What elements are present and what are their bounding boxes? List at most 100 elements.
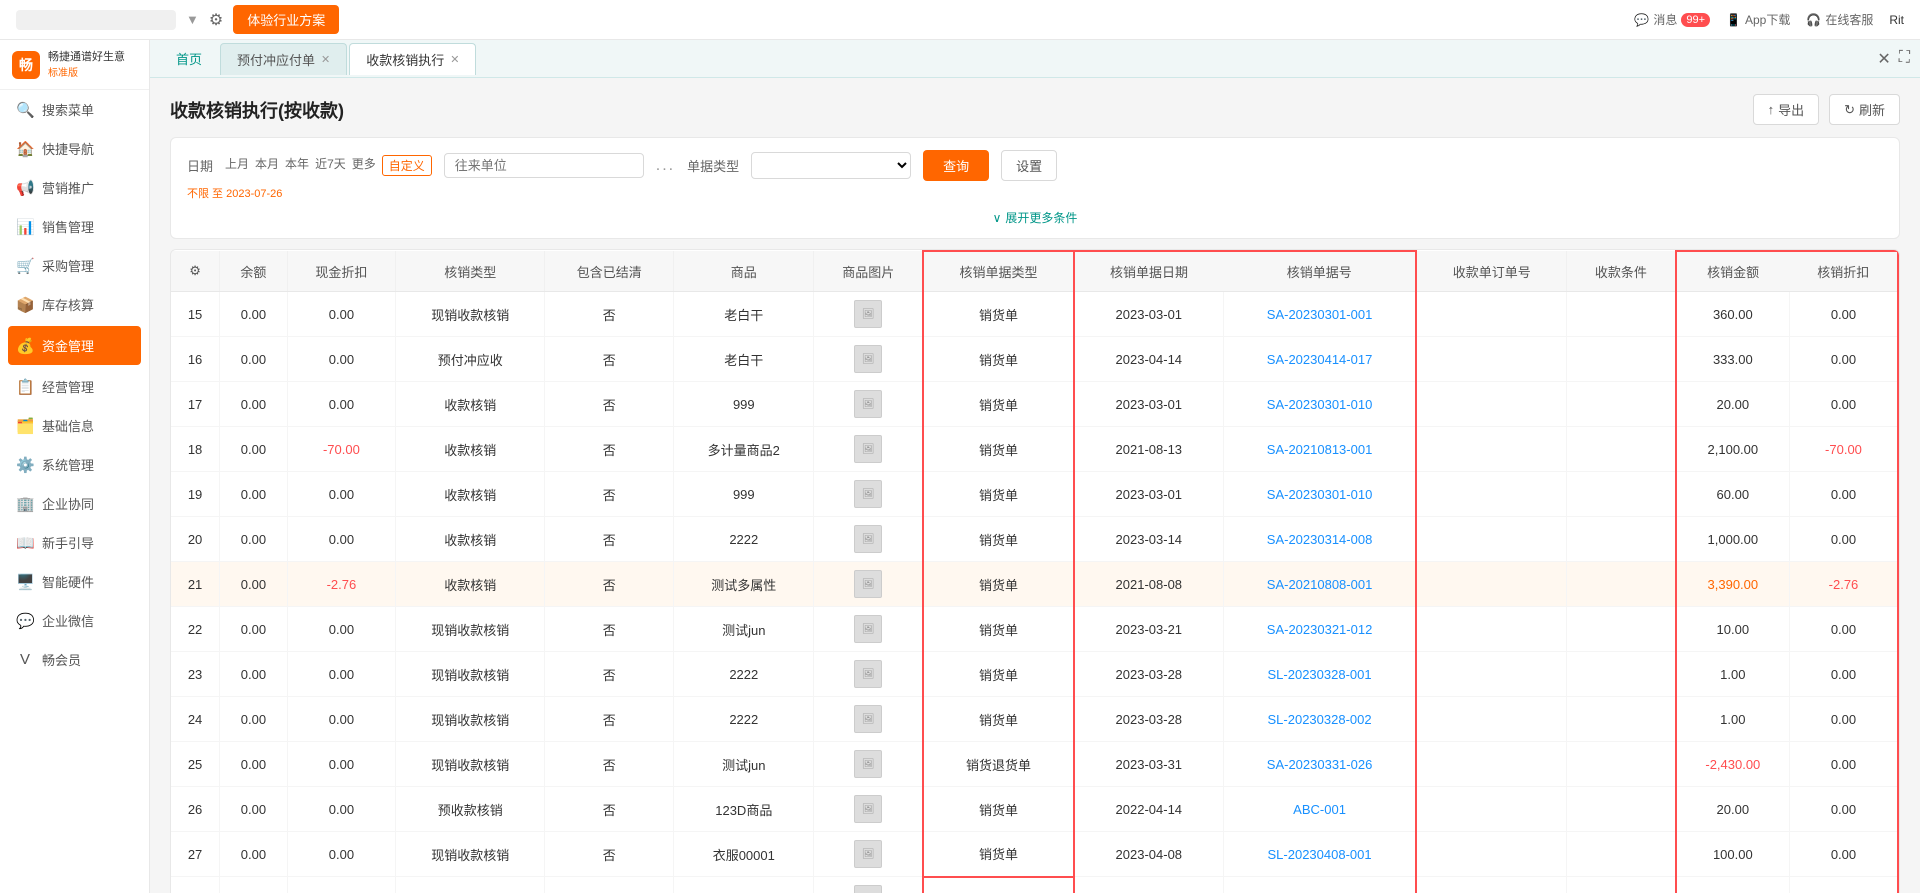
operations-icon: 📋 <box>16 378 34 396</box>
system-icon: ⚙️ <box>16 456 34 474</box>
online-service[interactable]: 🎧 在线客服 <box>1806 11 1873 28</box>
row-bill-type: 销货单 <box>923 697 1074 742</box>
date-this-month[interactable]: 本月 <box>255 155 279 176</box>
row-cash-discount: 0.00 <box>287 517 395 562</box>
export-button[interactable]: ↑ 导出 <box>1753 94 1820 125</box>
row-bill-type: 销货单 <box>923 382 1074 427</box>
row-no: 28 <box>171 877 220 893</box>
row-receipt-order-no <box>1416 832 1566 877</box>
message-icon: 💬 <box>1634 13 1649 27</box>
row-verify-amount: 1,000.00 <box>1676 517 1790 562</box>
row-goods: 2222 <box>674 652 814 697</box>
sidebar-item-purchase[interactable]: 🛒 采购管理 <box>0 246 149 285</box>
sidebar-label-member: 畅会员 <box>42 650 81 669</box>
row-receipt-order-no <box>1416 787 1566 832</box>
row-bill-date: 2021-08-13 <box>1074 427 1223 472</box>
top-bar: ​ ▼ ⚙ 体验行业方案 💬 消息 99+ 📱 App下载 🎧 在线客服 Rit <box>0 0 1920 40</box>
row-bill-type: 销货单 <box>923 562 1074 607</box>
table-scroll[interactable]: ⚙ 余额 现金折扣 核销类型 包含已结清 商品 商品图片 核销单据类型 核销单据… <box>171 250 1899 893</box>
sidebar-item-guide[interactable]: 📖 新手引导 <box>0 523 149 562</box>
settings-icon[interactable]: ⚙ <box>209 10 223 30</box>
row-balance: 0.00 <box>220 832 288 877</box>
sidebar-item-base-info[interactable]: 🗂️ 基础信息 <box>0 406 149 445</box>
message-item[interactable]: 💬 消息 99+ <box>1634 11 1710 28</box>
setting-button[interactable]: 设置 <box>1001 150 1057 181</box>
sidebar-item-inventory[interactable]: 📦 库存核算 <box>0 285 149 324</box>
row-cash-discount: 0.00 <box>287 472 395 517</box>
sidebar-item-search[interactable]: 🔍 搜索菜单 <box>0 90 149 129</box>
app-download[interactable]: 📱 App下载 <box>1726 11 1790 28</box>
partner-input[interactable] <box>444 153 644 178</box>
row-balance: 0.00 <box>220 877 288 893</box>
row-verify-discount: 0.00 <box>1789 337 1898 382</box>
row-bill-no: SA-20230301-010 <box>1223 472 1416 517</box>
sidebar-item-quick-nav[interactable]: 🏠 快捷导航 <box>0 129 149 168</box>
date-last-month[interactable]: 上月 <box>225 155 249 176</box>
row-verify-amount: 1.00 <box>1676 697 1790 742</box>
query-button[interactable]: 查询 <box>923 150 989 181</box>
col-verify-type: 核销类型 <box>396 251 545 292</box>
expand-more-btn[interactable]: ∨ 展开更多条件 <box>993 209 1078 226</box>
row-no: 15 <box>171 292 220 337</box>
search-box[interactable]: ​ <box>16 10 176 30</box>
row-receipt-condition <box>1566 292 1675 337</box>
tab-close-all-icon[interactable]: ✕ <box>1877 49 1890 69</box>
sidebar-item-sales[interactable]: 📊 销售管理 <box>0 207 149 246</box>
col-bill-date: 核销单据日期 <box>1074 251 1223 292</box>
industry-solution-button[interactable]: 体验行业方案 <box>233 5 339 34</box>
date-this-year[interactable]: 本年 <box>285 155 309 176</box>
logo-icon: 畅 <box>12 51 40 79</box>
row-included-settled: 否 <box>545 652 674 697</box>
row-goods: 老白干 <box>674 292 814 337</box>
dropdown-icon[interactable]: ▼ <box>186 12 199 27</box>
tab-home-label: 首页 <box>176 49 202 68</box>
sidebar-item-enterprise[interactable]: 🏢 企业协同 <box>0 484 149 523</box>
row-receipt-order-no <box>1416 562 1566 607</box>
bill-type-select[interactable] <box>751 152 911 179</box>
sidebar-item-operations[interactable]: 📋 经营管理 <box>0 367 149 406</box>
sidebar-item-member[interactable]: V 畅会员 <box>0 640 149 679</box>
col-settings[interactable]: ⚙ <box>171 251 220 292</box>
row-receipt-condition <box>1566 697 1675 742</box>
tab-receipt[interactable]: 收款核销执行 ✕ <box>349 43 476 75</box>
row-bill-no: SL-20230408-001 <box>1223 832 1416 877</box>
tab-bar-actions: ✕ ⛶ <box>1877 49 1910 69</box>
date-7days[interactable]: 近7天 <box>315 155 346 176</box>
refresh-button[interactable]: ↻ 刷新 <box>1829 94 1900 125</box>
row-goods: 测试jun <box>674 607 814 652</box>
sidebar-item-finance[interactable]: 💰 资金管理 <box>8 326 141 365</box>
row-balance: 0.00 <box>220 517 288 562</box>
row-goods-img: 🖼 <box>814 562 923 607</box>
row-included-settled: 否 <box>545 427 674 472</box>
row-cash-discount: -2.76 <box>287 562 395 607</box>
sidebar-item-wechat[interactable]: 💬 企业微信 <box>0 601 149 640</box>
row-cash-discount: 0.00 <box>287 337 395 382</box>
row-bill-no: SL-20230418-001 <box>1223 877 1416 893</box>
row-verify-amount: 20.00 <box>1676 382 1790 427</box>
sidebar-item-marketing[interactable]: 📢 营销推广 <box>0 168 149 207</box>
date-custom[interactable]: 自定义 <box>382 155 432 176</box>
username[interactable]: Rit <box>1889 13 1904 27</box>
row-goods: 2222 <box>674 517 814 562</box>
row-bill-type: 销货退货单 <box>923 742 1074 787</box>
row-bill-date: 2023-04-14 <box>1074 337 1223 382</box>
tab-prepay-close[interactable]: ✕ <box>321 53 330 66</box>
table-row: 23 0.00 0.00 现销收款核销 否 2222 🖼 销货单 2023-03… <box>171 652 1898 697</box>
home-icon: 🏠 <box>16 140 34 158</box>
date-more[interactable]: 更多 <box>352 155 376 176</box>
row-receipt-condition <box>1566 787 1675 832</box>
tab-home[interactable]: 首页 <box>160 43 218 74</box>
row-goods: 衣服00001 <box>674 832 814 877</box>
row-bill-date: 2021-08-08 <box>1074 562 1223 607</box>
row-bill-date: 2022-04-14 <box>1074 787 1223 832</box>
tab-expand-icon[interactable]: ⛶ <box>1899 49 1910 69</box>
row-balance: 0.00 <box>220 382 288 427</box>
tab-bar: 首页 预付冲应付单 ✕ 收款核销执行 ✕ ✕ ⛶ <box>150 40 1920 78</box>
sidebar-label-guide: 新手引导 <box>42 533 94 552</box>
tab-prepay[interactable]: 预付冲应付单 ✕ <box>220 43 347 75</box>
sidebar-item-system[interactable]: ⚙️ 系统管理 <box>0 445 149 484</box>
tab-receipt-close[interactable]: ✕ <box>450 53 459 66</box>
row-goods: 测试jun <box>674 742 814 787</box>
table-container: ⚙ 余额 现金折扣 核销类型 包含已结清 商品 商品图片 核销单据类型 核销单据… <box>170 249 1900 893</box>
sidebar-item-hardware[interactable]: 🖥️ 智能硬件 <box>0 562 149 601</box>
